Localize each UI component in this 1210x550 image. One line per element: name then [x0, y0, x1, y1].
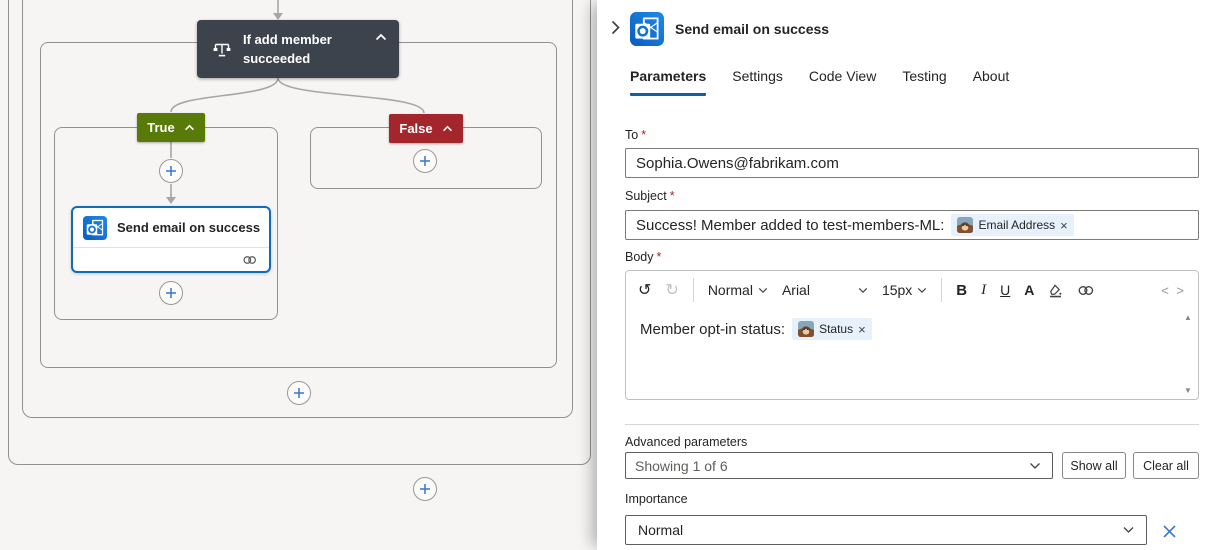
collapse-panel-button[interactable] — [604, 16, 626, 38]
paragraph-style-dropdown[interactable]: Normal — [708, 282, 768, 298]
required-asterisk: * — [670, 189, 675, 203]
panel-title: Send email on success — [675, 21, 829, 37]
false-branch-label-text: False — [399, 121, 432, 136]
plus-icon — [293, 387, 305, 399]
chevron-down-icon — [758, 287, 768, 294]
dynamic-token-status[interactable]: Status × — [792, 318, 872, 340]
mailchimp-icon — [798, 321, 814, 337]
token-label: Email Address — [978, 218, 1055, 232]
subject-field-label: Subject* — [625, 189, 675, 203]
advanced-parameters-label: Advanced parameters — [625, 435, 747, 449]
chevron-up-icon — [442, 125, 453, 132]
tab-settings[interactable]: Settings — [732, 68, 783, 96]
send-email-action-card[interactable]: Send email on success — [71, 206, 271, 273]
bold-icon[interactable]: B — [956, 282, 967, 299]
chevron-down-icon — [917, 287, 927, 294]
tab-parameters[interactable]: Parameters — [630, 68, 706, 96]
toolbar-divider — [941, 278, 942, 302]
flow-canvas[interactable]: If add member succeeded True False — [0, 0, 597, 550]
action-details-panel: Send email on success Parameters Setting… — [597, 0, 1210, 550]
body-edit-area[interactable]: Member opt-in status: Status — [626, 309, 1198, 399]
plus-icon — [419, 483, 431, 495]
advanced-parameters-value: Showing 1 of 6 — [635, 458, 728, 474]
required-asterisk: * — [641, 128, 646, 142]
condition-node[interactable]: If add member succeeded — [197, 20, 399, 78]
body-rich-text-editor[interactable]: ↺ ↻ Normal Arial 15px — [625, 270, 1199, 400]
remove-token-icon[interactable]: × — [1060, 219, 1068, 232]
false-branch-label[interactable]: False — [389, 114, 463, 143]
to-value: Sophia.Owens@fabrikam.com — [636, 155, 839, 172]
plus-icon — [165, 165, 177, 177]
body-scrollbar[interactable]: ▲ ▼ — [1181, 313, 1195, 395]
section-divider — [625, 424, 1199, 425]
body-text: Member opt-in status: — [640, 321, 785, 338]
tab-about[interactable]: About — [973, 68, 1010, 96]
connection-link-icon — [242, 255, 258, 265]
subject-text: Success! Member added to test-members-ML… — [636, 217, 944, 234]
true-branch-label[interactable]: True — [137, 113, 205, 142]
importance-label: Importance — [625, 492, 688, 506]
chevron-down-icon — [1029, 462, 1041, 470]
highlight-color-icon[interactable] — [1048, 283, 1063, 298]
subject-input[interactable]: Success! Member added to test-members-ML… — [625, 210, 1199, 240]
add-action-button[interactable] — [413, 477, 437, 501]
required-asterisk: * — [657, 250, 662, 264]
font-color-icon[interactable]: A — [1024, 282, 1034, 298]
condition-node-title: If add member succeeded — [243, 30, 371, 68]
tab-testing[interactable]: Testing — [902, 68, 946, 96]
chevron-up-icon — [184, 124, 195, 131]
true-branch-label-text: True — [147, 120, 174, 135]
collapse-node-chevron-up-icon[interactable] — [375, 33, 387, 41]
outlook-icon — [83, 216, 107, 240]
insert-link-icon[interactable] — [1077, 285, 1095, 296]
importance-value: Normal — [638, 522, 683, 538]
add-action-button[interactable] — [413, 149, 437, 173]
plus-icon — [165, 287, 177, 299]
rich-text-toolbar: ↺ ↻ Normal Arial 15px — [626, 271, 1198, 309]
remove-token-icon[interactable]: × — [858, 323, 866, 336]
show-all-button[interactable]: Show all — [1062, 452, 1126, 479]
to-field-label: To* — [625, 128, 646, 142]
plus-icon — [419, 155, 431, 167]
add-action-button[interactable] — [287, 381, 311, 405]
importance-dropdown[interactable]: Normal — [625, 515, 1147, 545]
dynamic-token-email-address[interactable]: Email Address × — [951, 214, 1073, 236]
toolbar-divider — [693, 278, 694, 302]
outlook-icon — [630, 12, 664, 46]
italic-icon[interactable]: I — [981, 282, 986, 299]
underline-icon[interactable]: U — [1000, 282, 1010, 298]
tab-code-view[interactable]: Code View — [809, 68, 876, 96]
scroll-down-icon[interactable]: ▼ — [1184, 386, 1192, 395]
panel-tabs: Parameters Settings Code View Testing Ab… — [630, 68, 1009, 96]
font-family-dropdown[interactable]: Arial — [782, 282, 868, 298]
add-action-button[interactable] — [159, 159, 183, 183]
add-action-button[interactable] — [159, 281, 183, 305]
to-input[interactable]: Sophia.Owens@fabrikam.com — [625, 148, 1199, 178]
token-label: Status — [819, 322, 853, 336]
redo-icon[interactable]: ↻ — [665, 280, 678, 300]
mailchimp-icon — [957, 217, 973, 233]
chevron-down-icon — [858, 287, 868, 294]
undo-icon[interactable]: ↺ — [638, 280, 651, 300]
advanced-parameters-dropdown[interactable]: Showing 1 of 6 — [625, 452, 1053, 479]
clear-all-button[interactable]: Clear all — [1133, 452, 1199, 479]
code-view-icon[interactable]: < > — [1161, 283, 1186, 298]
body-field-label: Body* — [625, 250, 661, 264]
action-card-title: Send email on success — [117, 220, 260, 235]
condition-icon — [212, 39, 232, 59]
remove-importance-parameter-button[interactable] — [1159, 521, 1179, 541]
chevron-right-icon — [611, 20, 620, 35]
power-automate-designer: If add member succeeded True False — [0, 0, 1210, 550]
close-x-icon — [1162, 524, 1177, 539]
scroll-up-icon[interactable]: ▲ — [1184, 313, 1192, 322]
chevron-down-icon — [1122, 526, 1135, 534]
font-size-dropdown[interactable]: 15px — [882, 282, 927, 298]
